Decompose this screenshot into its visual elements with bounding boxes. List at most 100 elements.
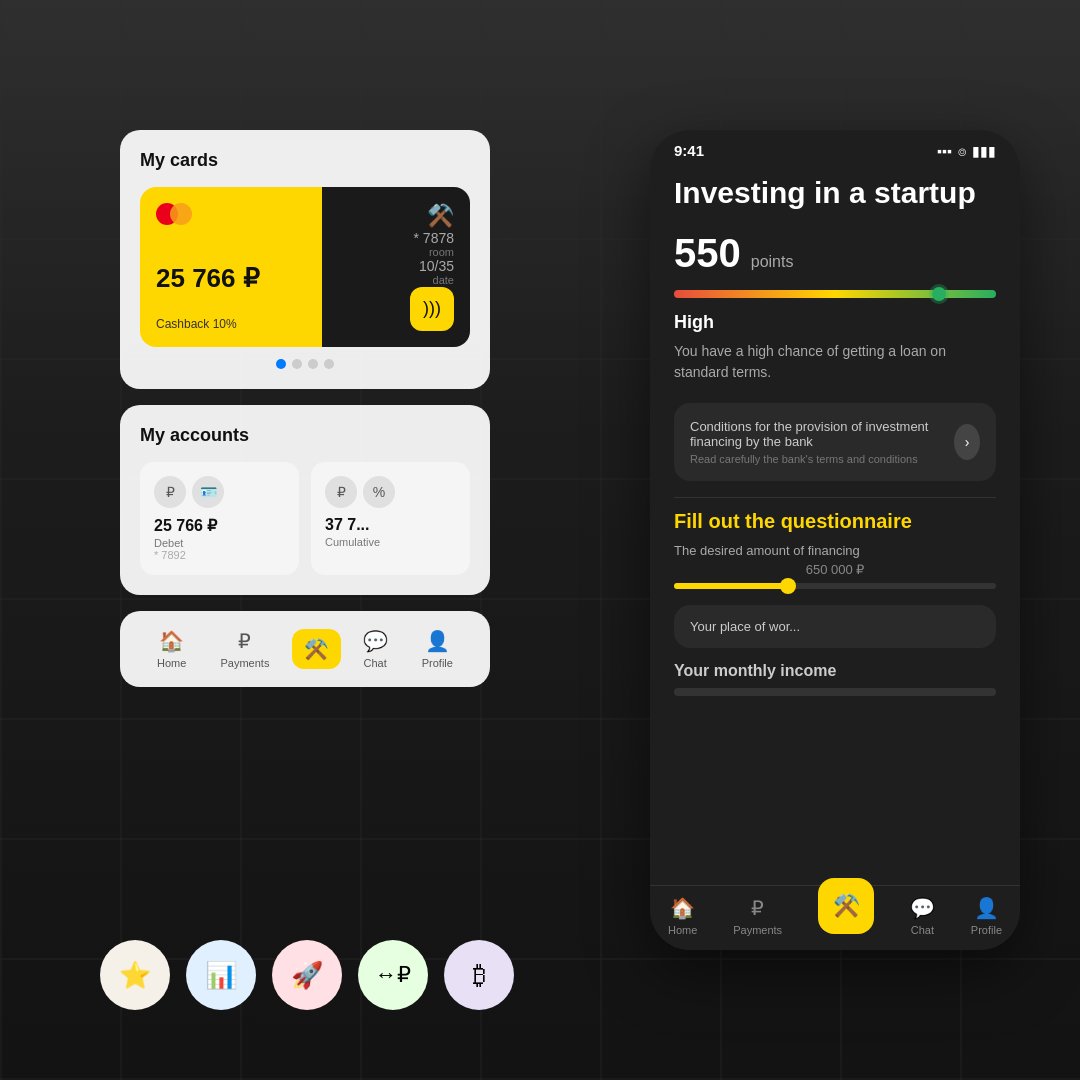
phone-home-icon: 🏠 bbox=[670, 896, 695, 920]
accounts-row: ₽ 🪪 25 766 ₽ Debet * 7892 ₽ % 37 7... Cu… bbox=[140, 462, 470, 575]
chart-circle[interactable]: 📊 bbox=[186, 940, 256, 1010]
nav-chat[interactable]: 💬 Chat bbox=[351, 621, 400, 677]
debet-amount: 25 766 ₽ bbox=[154, 516, 285, 535]
status-time: 9:41 bbox=[674, 142, 704, 159]
nav-payments-label: Payments bbox=[221, 657, 270, 669]
my-accounts-section: My accounts ₽ 🪪 25 766 ₽ Debet * 7892 ₽ … bbox=[120, 405, 490, 595]
bitcoin-icon: ₿ bbox=[473, 960, 486, 991]
phone-nav-profile[interactable]: 👤 Profile bbox=[971, 896, 1002, 936]
dot-1[interactable] bbox=[276, 359, 286, 369]
financing-value: 650 000 ₽ bbox=[674, 562, 996, 577]
bank-card[interactable]: 25 766 ₽ Cashback 10% ⚒️ * 7878 room 10/… bbox=[140, 187, 470, 347]
card-date-label: date bbox=[419, 274, 454, 286]
nav-profile[interactable]: 👤 Profile bbox=[410, 621, 465, 677]
center-icon: ⚒️ bbox=[304, 637, 329, 661]
debet-number: * 7892 bbox=[154, 549, 285, 561]
income-slider[interactable] bbox=[674, 688, 996, 696]
exchange-icon: ↔₽ bbox=[375, 962, 411, 988]
work-section: Your place of wor... bbox=[674, 605, 996, 648]
star-circle[interactable]: ⭐ bbox=[100, 940, 170, 1010]
investing-title: Investing in a startup bbox=[674, 175, 996, 211]
slider-fill bbox=[674, 583, 787, 589]
right-phone: 9:41 ▪▪▪ ⌾ ▮▮▮ Investing in a startup 55… bbox=[650, 130, 1020, 950]
cumulative-account[interactable]: ₽ % 37 7... Cumulative bbox=[311, 462, 470, 575]
rating-label: High bbox=[674, 312, 996, 333]
chat-icon: 💬 bbox=[363, 629, 388, 653]
phone-payments-icon: ₽ bbox=[751, 896, 764, 920]
my-accounts-title: My accounts bbox=[140, 425, 470, 446]
chevron-right-button[interactable]: › bbox=[954, 424, 980, 460]
monthly-income-label: Your monthly income bbox=[674, 662, 996, 680]
nav-profile-label: Profile bbox=[422, 657, 453, 669]
points-label: points bbox=[751, 253, 794, 271]
left-ui: My cards 25 766 ₽ Cashback 10% ⚒️ * 7878… bbox=[120, 130, 490, 687]
wifi-icon: ⌾ bbox=[958, 143, 966, 159]
card-room-number: * 7878 bbox=[414, 230, 454, 246]
phone-profile-label: Profile bbox=[971, 924, 1002, 936]
phone-nav-payments[interactable]: ₽ Payments bbox=[733, 896, 782, 936]
cumulative-label: Cumulative bbox=[325, 536, 456, 548]
card-amount: 25 766 ₽ bbox=[156, 263, 306, 294]
mastercard-icon bbox=[156, 203, 192, 239]
status-icons: ▪▪▪ ⌾ ▮▮▮ bbox=[937, 143, 996, 159]
debet-account[interactable]: ₽ 🪪 25 766 ₽ Debet * 7892 bbox=[140, 462, 299, 575]
signal-icon: ▪▪▪ bbox=[937, 143, 952, 159]
points-row: 550 points bbox=[674, 231, 996, 276]
my-cards-section: My cards 25 766 ₽ Cashback 10% ⚒️ * 7878… bbox=[120, 130, 490, 389]
financing-slider[interactable] bbox=[674, 583, 996, 589]
phone-center-icon: ⚒️ bbox=[833, 893, 860, 919]
dot-3[interactable] bbox=[308, 359, 318, 369]
dot-4[interactable] bbox=[324, 359, 334, 369]
phone-payments-label: Payments bbox=[733, 924, 782, 936]
phone-nav-center-active[interactable]: ⚒️ bbox=[818, 878, 874, 934]
rocket-circle[interactable]: 🚀 bbox=[272, 940, 342, 1010]
risk-progress-bar bbox=[674, 290, 996, 298]
phone-chat-icon: 💬 bbox=[910, 896, 935, 920]
conditions-card[interactable]: Conditions for the provision of investme… bbox=[674, 403, 996, 481]
phone-content: Investing in a startup 550 points High Y… bbox=[650, 159, 1020, 929]
chart-icon: 📊 bbox=[205, 960, 237, 991]
financing-label: The desired amount of financing bbox=[674, 543, 996, 558]
dot-2[interactable] bbox=[292, 359, 302, 369]
phone-nav-home[interactable]: 🏠 Home bbox=[668, 896, 697, 936]
bank-card-right: ⚒️ * 7878 room 10/35 date )))‌ bbox=[322, 187, 471, 347]
tools-icon: ⚒️ bbox=[427, 203, 454, 229]
work-label: Your place of wor... bbox=[690, 619, 980, 634]
exchange-circle[interactable]: ↔₽ bbox=[358, 940, 428, 1010]
points-number: 550 bbox=[674, 231, 741, 276]
card-date-number: 10/35 bbox=[419, 258, 454, 274]
nav-chat-label: Chat bbox=[364, 657, 387, 669]
payments-icon: ₽ bbox=[238, 629, 251, 653]
star-icon: ⭐ bbox=[119, 960, 151, 991]
nav-home[interactable]: 🏠 Home bbox=[145, 621, 198, 677]
bank-card-left: 25 766 ₽ Cashback 10% bbox=[140, 187, 322, 347]
card-room-label: room bbox=[414, 246, 454, 258]
phone-bottom-nav: 🏠 Home ₽ Payments ⚒️ 💬 Chat 👤 Profile bbox=[650, 885, 1020, 950]
nav-center-active[interactable]: ⚒️ bbox=[292, 629, 341, 669]
conditions-title: Conditions for the provision of investme… bbox=[690, 419, 954, 449]
rating-description: You have a high chance of getting a loan… bbox=[674, 341, 996, 383]
bitcoin-circle[interactable]: ₿ bbox=[444, 940, 514, 1010]
phone-nav-chat[interactable]: 💬 Chat bbox=[910, 896, 935, 936]
progress-dot bbox=[932, 287, 946, 301]
slider-thumb[interactable] bbox=[780, 578, 796, 594]
questionnaire-title: Fill out the questionnaire bbox=[674, 510, 996, 533]
status-bar: 9:41 ▪▪▪ ⌾ ▮▮▮ bbox=[650, 130, 1020, 159]
card-cashback: Cashback 10% bbox=[156, 317, 306, 331]
contactless-button[interactable]: )))‌ bbox=[410, 287, 454, 331]
card-meta: * 7878 room bbox=[414, 230, 454, 258]
cumulative-icons: ₽ % bbox=[325, 476, 456, 508]
card-carousel-dots bbox=[140, 359, 470, 369]
percent-icon: % bbox=[363, 476, 395, 508]
phone-chat-label: Chat bbox=[911, 924, 934, 936]
conditions-row: Conditions for the provision of investme… bbox=[690, 419, 980, 465]
debet-label: Debet bbox=[154, 537, 285, 549]
profile-icon: 👤 bbox=[425, 629, 450, 653]
home-icon: 🏠 bbox=[159, 629, 184, 653]
phone-profile-icon: 👤 bbox=[974, 896, 999, 920]
contactless-icon: )))‌ bbox=[423, 298, 441, 319]
conditions-subtitle: Read carefully the bank's terms and cond… bbox=[690, 453, 954, 465]
circles-row: ⭐ 📊 🚀 ↔₽ ₿ bbox=[100, 940, 514, 1010]
nav-payments[interactable]: ₽ Payments bbox=[209, 621, 282, 677]
bottom-nav-left: 🏠 Home ₽ Payments ⚒️ 💬 Chat 👤 Profile bbox=[120, 611, 490, 687]
